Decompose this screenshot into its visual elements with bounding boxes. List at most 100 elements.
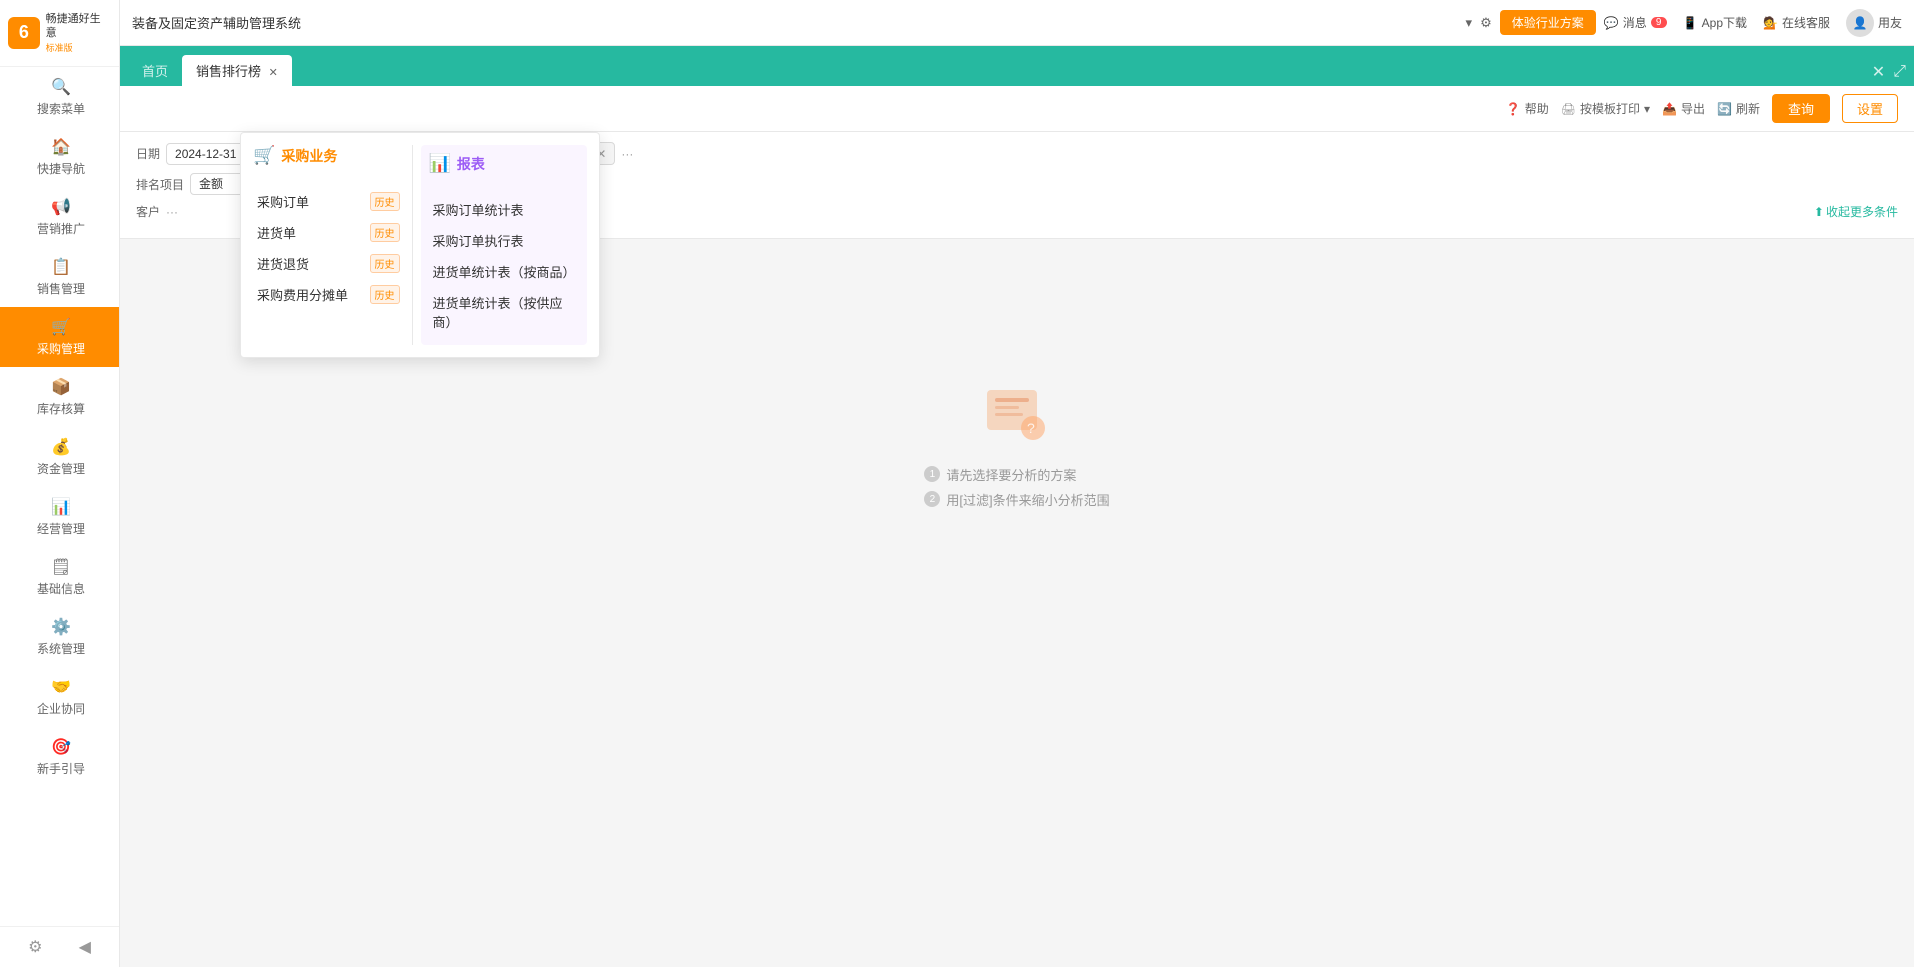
system-name: 装备及固定资产辅助管理系统 [132, 13, 1462, 32]
help-btn[interactable]: ❓ 帮助 [1506, 100, 1549, 117]
content-toolbar: ❓ 帮助 🖨 按模板打印 ▾ 📤 导出 🔄 刷新 查询 设置 [120, 86, 1914, 132]
system-icon: ⚙️ [51, 617, 71, 637]
tabs-controls: ✕ ⤢ [1872, 62, 1906, 86]
empty-tips: 1 请先选择要分析的方案 2 用[过滤]条件来缩小分析范围 [924, 465, 1109, 509]
online-service-btn[interactable]: 💁 在线客服 [1763, 14, 1830, 31]
tab-close-btn[interactable]: ✕ [269, 67, 278, 79]
sidebar-item-inventory[interactable]: 📦 库存核算 [0, 367, 119, 427]
search-icon: 🔍 [51, 77, 71, 97]
sidebar-item-search[interactable]: 🔍 搜索菜单 [0, 67, 119, 127]
report-col-header: 📊 报表 [429, 153, 580, 182]
main: 装备及固定资产辅助管理系统 ▾ ⚙ 体验行业方案 💬 消息 9 📱 App下载 … [120, 0, 1914, 967]
system-dropdown-btn[interactable]: ▾ [1466, 15, 1473, 31]
sidebar-item-sales[interactable]: 📋 销售管理 [0, 247, 119, 307]
sidebar: 6 畅捷通好生意 标准版 🔍 搜索菜单 🏠 快捷导航 📢 营销推广 📋 [0, 0, 120, 967]
message-badge: 9 [1651, 17, 1667, 28]
history-tag-3: 历史 [370, 285, 400, 304]
print-dropdown-icon[interactable]: ▾ [1644, 102, 1650, 116]
mobile-icon: 📱 [1683, 16, 1698, 30]
dropdown-item-stock-by-supplier[interactable]: 进货单统计表（按供应商） [429, 287, 580, 337]
dropdown-item-stock-return[interactable]: 进货退货 历史 [253, 248, 404, 279]
sales-icon: 📋 [51, 257, 71, 277]
content: ❓ 帮助 🖨 按模板打印 ▾ 📤 导出 🔄 刷新 查询 设置 [120, 86, 1914, 967]
settings-display-btn[interactable]: 设置 [1842, 94, 1898, 123]
purchase-col: 🛒 采购业务 采购订单 历史 进货单 历史 进货退货 [253, 145, 404, 345]
sidebar-item-system[interactable]: ⚙️ 系统管理 [0, 607, 119, 667]
sidebar-item-quick-nav[interactable]: 🏠 快捷导航 [0, 127, 119, 187]
sidebar-item-purchase[interactable]: 🛒 采购管理 [0, 307, 119, 367]
finance-icon: 💰 [51, 437, 71, 457]
help-icon: ❓ [1506, 102, 1521, 116]
logo-icon: 6 [8, 17, 40, 49]
dropdown-item-stock-in[interactable]: 进货单 历史 [253, 217, 404, 248]
sidebar-item-enterprise[interactable]: 🤝 企业协同 [0, 667, 119, 727]
header-right: 💬 消息 9 📱 App下载 💁 在线客服 👤 用友 [1604, 9, 1902, 37]
basic-info-icon: 🗒 [51, 557, 71, 577]
purchase-dropdown-menu: 🛒 采购业务 采购订单 历史 进货单 历史 进货退货 [240, 132, 600, 358]
dropdown-item-purchase-order-stat[interactable]: 采购订单统计表 [429, 194, 580, 225]
sidebar-item-guide[interactable]: 🎯 新手引导 [0, 727, 119, 787]
empty-illustration: ? [977, 370, 1057, 453]
tab-home[interactable]: 首页 [128, 55, 182, 86]
export-icon: 📤 [1662, 102, 1677, 116]
industry-btn[interactable]: 体验行业方案 [1500, 10, 1596, 35]
ranking-label: 排名项目 [136, 176, 184, 193]
report-col-icon: 📊 [429, 153, 451, 174]
sidebar-logo: 6 畅捷通好生意 标准版 [0, 0, 119, 67]
app-download-btn[interactable]: 📱 App下载 [1683, 14, 1747, 31]
print-btn[interactable]: 🖨 按模板打印 ▾ [1561, 100, 1650, 117]
empty-tip-2: 2 用[过滤]条件来缩小分析范围 [924, 490, 1109, 509]
inventory-icon: 📦 [51, 377, 71, 397]
refresh-btn[interactable]: 🔄 刷新 [1717, 100, 1760, 117]
query-btn[interactable]: 查询 [1772, 94, 1830, 123]
tab-sales-rank[interactable]: 销售排行榜 ✕ [182, 55, 292, 86]
dropdown-item-purchase-order[interactable]: 采购订单 历史 [253, 186, 404, 217]
guide-icon: 🎯 [51, 737, 71, 757]
sidebar-item-basic-info[interactable]: 🗒 基础信息 [0, 547, 119, 607]
dropdown-divider [412, 145, 413, 345]
history-tag-2: 历史 [370, 254, 400, 273]
message-btn[interactable]: 💬 消息 9 [1604, 14, 1667, 31]
sidebar-item-operations[interactable]: 📊 经营管理 [0, 487, 119, 547]
dropdown-item-purchase-expense[interactable]: 采购费用分摊单 历史 [253, 279, 404, 310]
sidebar-item-finance[interactable]: 💰 资金管理 [0, 427, 119, 487]
avatar-placeholder: 👤 [1853, 16, 1868, 30]
sidebar-footer: ⚙ ◀ [0, 926, 119, 967]
history-tag-0: 历史 [370, 192, 400, 211]
tip-circle-2: 2 [924, 491, 940, 507]
svg-text:?: ? [1027, 420, 1035, 436]
collapse-btn[interactable]: ⬆ 收起更多条件 [1814, 203, 1898, 220]
collapse-up-icon: ⬆ [1814, 205, 1824, 219]
customer-filter: 客户 ··· [136, 203, 178, 220]
sidebar-collapse-btn[interactable]: ◀ [79, 937, 91, 957]
export-btn[interactable]: 📤 导出 [1662, 100, 1705, 117]
report-col: 📊 报表 采购订单统计表 采购订单执行表 进货单统计表（按商品） [421, 145, 588, 345]
empty-tip-1: 1 请先选择要分析的方案 [924, 465, 1109, 484]
refresh-icon: 🔄 [1717, 102, 1732, 116]
user-btn[interactable]: 👤 用友 [1846, 9, 1902, 37]
date-label: 日期 [136, 145, 160, 162]
tab-expand-btn[interactable]: ⤢ [1893, 63, 1906, 81]
sidebar-item-marketing[interactable]: 📢 营销推广 [0, 187, 119, 247]
service-icon: 💁 [1763, 16, 1778, 30]
tab-close-all-btn[interactable]: ✕ [1872, 62, 1885, 82]
app-container: 6 畅捷通好生意 标准版 🔍 搜索菜单 🏠 快捷导航 📢 营销推广 📋 [0, 0, 1914, 967]
dropdown-cols: 🛒 采购业务 采购订单 历史 进货单 历史 进货退货 [253, 145, 587, 345]
dropdown-item-stock-by-product[interactable]: 进货单统计表（按商品） [429, 256, 580, 287]
home-icon: 🏠 [51, 137, 71, 157]
product-more[interactable]: ··· [621, 147, 633, 161]
header-settings-btn[interactable]: ⚙ [1480, 15, 1492, 31]
purchase-icon: 🛒 [51, 317, 71, 337]
sidebar-settings-btn[interactable]: ⚙ [28, 937, 42, 957]
logo-text: 畅捷通好生意 标准版 [46, 12, 111, 54]
marketing-icon: 📢 [51, 197, 71, 217]
customer-more[interactable]: ··· [166, 205, 178, 219]
print-icon: 🖨 [1561, 102, 1576, 116]
enterprise-icon: 🤝 [51, 677, 71, 697]
purchase-col-header: 🛒 采购业务 [253, 145, 404, 174]
top-header: 装备及固定资产辅助管理系统 ▾ ⚙ 体验行业方案 💬 消息 9 📱 App下载 … [120, 0, 1914, 46]
operations-icon: 📊 [51, 497, 71, 517]
dropdown-item-purchase-order-exec[interactable]: 采购订单执行表 [429, 225, 580, 256]
sidebar-nav: 🔍 搜索菜单 🏠 快捷导航 📢 营销推广 📋 销售管理 🛒 采购管理 📦 [0, 67, 119, 926]
history-tag-1: 历史 [370, 223, 400, 242]
